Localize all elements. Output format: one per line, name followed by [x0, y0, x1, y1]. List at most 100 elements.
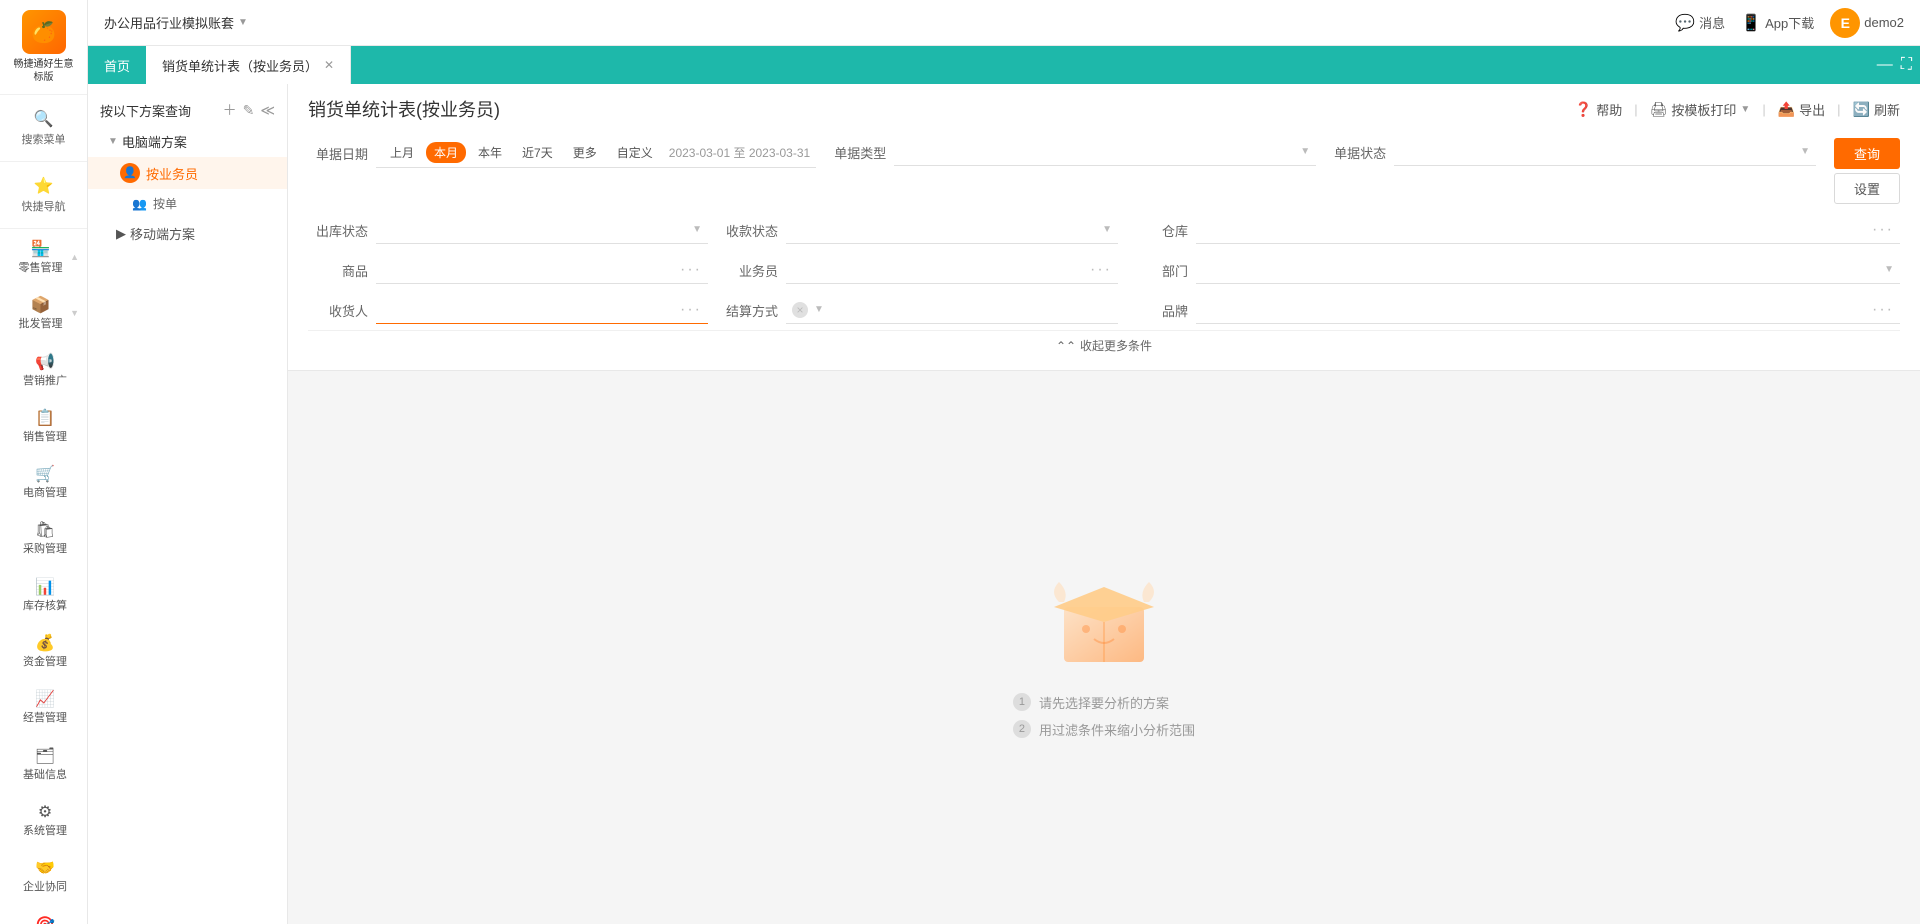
ecommerce-icon: 🛒 [35, 464, 55, 484]
collapse-panel-icon[interactable]: ≪ [260, 102, 275, 119]
user-profile[interactable]: E demo2 [1830, 8, 1904, 38]
date-filter-item: 单据日期 上月 本月 本年 近7天 更多 自定义 2023-03-01 至 20… [308, 138, 816, 168]
app-logo-text: 畅捷通好生意 标版 [14, 58, 74, 84]
settlement-clear-icon[interactable]: × [792, 302, 808, 318]
by-doc-icon: 👥 [132, 197, 147, 211]
export-icon: 📤 [1778, 101, 1795, 118]
sidebar-item-enterprise[interactable]: 🤝 企业协同 [0, 848, 87, 904]
warehouse-filter-item: 仓库 ··· [1128, 216, 1900, 244]
wholesale-arrow: ▼ [70, 308, 79, 318]
empty-box-svg [1044, 557, 1164, 677]
refresh-button[interactable]: 🔄 刷新 [1853, 100, 1900, 119]
shortcut-nav-button[interactable]: ⭐ 快捷导航 [10, 170, 77, 220]
sidebar-item-system[interactable]: ⚙ 系统管理 [0, 792, 87, 848]
brand-label: 品牌 [1128, 301, 1188, 320]
date-custom[interactable]: 自定义 [609, 142, 661, 163]
message-button[interactable]: 💬 消息 [1675, 13, 1725, 33]
tab-home-label: 首页 [104, 56, 130, 75]
doc-type-label: 单据类型 [826, 143, 886, 162]
sidebar-item-newbie[interactable]: 🎯 新手引导 [0, 905, 87, 924]
left-panel-title: 按以下方案查询 ＋ ✎ ≪ [88, 94, 287, 126]
left-panel-item-by-doc[interactable]: 👥 按单 [88, 189, 287, 218]
tab-close-icon[interactable]: ✕ [324, 58, 334, 72]
account-dropdown-arrow: ▼ [238, 17, 248, 28]
salesperson-avatar-icon: 👤 [120, 163, 140, 183]
tip-text-1: 请先选择要分析的方案 [1039, 693, 1169, 712]
zero-retail-label: 零售管理 [19, 261, 63, 275]
date-this-month[interactable]: 本月 [426, 142, 466, 163]
app-logo-icon: 🍊 [22, 10, 66, 54]
query-button[interactable]: 查询 [1834, 138, 1900, 169]
date-bar: 上月 本月 本年 近7天 更多 自定义 2023-03-01 至 2023-03… [376, 138, 816, 168]
out-status-control[interactable]: ▼ [376, 216, 708, 244]
payment-status-filter-item: 收款状态 ▼ [718, 216, 1118, 244]
tab-sales-stat-label: 销货单统计表（按业务员） [162, 56, 318, 75]
sidebar-item-ecommerce[interactable]: 🛒 电商管理 [0, 454, 87, 510]
date-this-year[interactable]: 本年 [470, 142, 510, 163]
doc-type-control[interactable]: ▼ [894, 138, 1316, 166]
sidebar-item-marketing[interactable]: 📢 营销推广 [0, 342, 87, 398]
sidebar-item-base-info[interactable]: 🗂 基础信息 [0, 736, 87, 792]
sidebar-item-operations[interactable]: 📈 经营管理 [0, 679, 87, 735]
date-last-month[interactable]: 上月 [382, 142, 422, 163]
edit-scheme-icon[interactable]: ✎ [243, 102, 255, 119]
salesperson-control[interactable]: ··· [786, 256, 1118, 284]
tip-num-2: 2 [1013, 720, 1031, 738]
tab-maximize-icon[interactable]: ⛶ [1901, 56, 1912, 74]
tab-minimize-icon[interactable]: — [1877, 56, 1893, 74]
mobile-group-title[interactable]: ▶ 移动端方案 [88, 218, 287, 249]
left-panel: 按以下方案查询 ＋ ✎ ≪ ▼ 电脑端方案 👤 按业务员 [88, 84, 288, 924]
action-buttons: 查询 设置 [1834, 138, 1900, 204]
sidebar-item-zero-retail[interactable]: 🏪 零售管理 ▲ [0, 229, 87, 285]
brand-control[interactable]: ··· [1196, 296, 1900, 324]
sidebar-item-wholesale[interactable]: 📦 批发管理 ▼ [0, 285, 87, 341]
template-print-button[interactable]: 🖨 按模板打印 ▼ [1650, 100, 1751, 119]
doc-status-control[interactable]: ▼ [1394, 138, 1816, 166]
inventory-icon: 📊 [35, 577, 55, 597]
shortcut-section: ⭐ 快捷导航 [0, 162, 87, 229]
search-menu-label: 搜索菜单 [22, 131, 66, 147]
add-scheme-icon[interactable]: ＋ [223, 100, 237, 120]
settlement-control[interactable]: × ▼ [786, 296, 1118, 324]
export-button[interactable]: 📤 导出 [1778, 100, 1825, 119]
payment-status-control[interactable]: ▼ [786, 216, 1118, 244]
print-label: 按模板打印 [1671, 100, 1736, 119]
sidebar-item-finance[interactable]: 💰 资金管理 [0, 623, 87, 679]
left-panel-item-salesperson[interactable]: 👤 按业务员 [88, 157, 287, 189]
sidebar-item-sales[interactable]: 📋 销售管理 [0, 398, 87, 454]
help-button[interactable]: ❓ 帮助 [1575, 100, 1622, 119]
tip-num-1: 1 [1013, 693, 1031, 711]
sales-label: 销售管理 [23, 430, 67, 444]
date-label: 单据日期 [308, 144, 368, 163]
receiver-filter-item: 收货人 ··· [308, 296, 708, 324]
filter-row-2: 出库状态 ▼ 收款状态 ▼ [308, 210, 1900, 250]
sidebar-item-inventory[interactable]: 📊 库存核算 [0, 567, 87, 623]
salesperson-filter-item: 业务员 ··· [718, 256, 1118, 284]
settings-button[interactable]: 设置 [1834, 173, 1900, 204]
dept-label: 部门 [1128, 261, 1188, 280]
star-icon: ⭐ [34, 176, 54, 196]
warehouse-control[interactable]: ··· [1196, 216, 1900, 244]
date-last-7-days[interactable]: 近7天 [514, 142, 561, 163]
main-area: 办公用品行业模拟账套 ▼ 💬 消息 📱 App下载 E demo2 首页 [88, 0, 1920, 924]
dept-control[interactable]: ▼ [1196, 256, 1900, 284]
sidebar: 🍊 畅捷通好生意 标版 🔍 搜索菜单 ⭐ 快捷导航 🏪 零售管理 ▲ 📦 批发管… [0, 0, 88, 924]
date-more[interactable]: 更多 [565, 142, 605, 163]
desktop-group-title[interactable]: ▼ 电脑端方案 [88, 126, 287, 157]
operations-label: 经营管理 [23, 711, 67, 725]
receiver-control[interactable]: ··· [376, 296, 708, 324]
tab-sales-stat[interactable]: 销货单统计表（按业务员） ✕ [146, 46, 351, 84]
print-dropdown-arrow[interactable]: ▼ [1740, 104, 1750, 115]
goods-control[interactable]: ··· [376, 256, 708, 284]
warehouse-label: 仓库 [1128, 221, 1188, 240]
sidebar-item-purchase[interactable]: 🛍 采购管理 [0, 510, 87, 566]
dept-filter-item: 部门 ▼ [1128, 256, 1900, 284]
account-dropdown[interactable]: 办公用品行业模拟账套 ▼ [104, 13, 248, 32]
message-label: 消息 [1699, 13, 1725, 32]
tab-home[interactable]: 首页 [88, 46, 146, 84]
search-menu-button[interactable]: 🔍 搜索菜单 [10, 103, 77, 153]
settlement-filter-item: 结算方式 × ▼ [718, 296, 1118, 324]
app-download-button[interactable]: 📱 App下载 [1741, 13, 1814, 33]
collapse-bar[interactable]: ⌃⌃ 收起更多条件 [308, 330, 1900, 360]
left-panel-title-text: 按以下方案查询 [100, 101, 191, 120]
